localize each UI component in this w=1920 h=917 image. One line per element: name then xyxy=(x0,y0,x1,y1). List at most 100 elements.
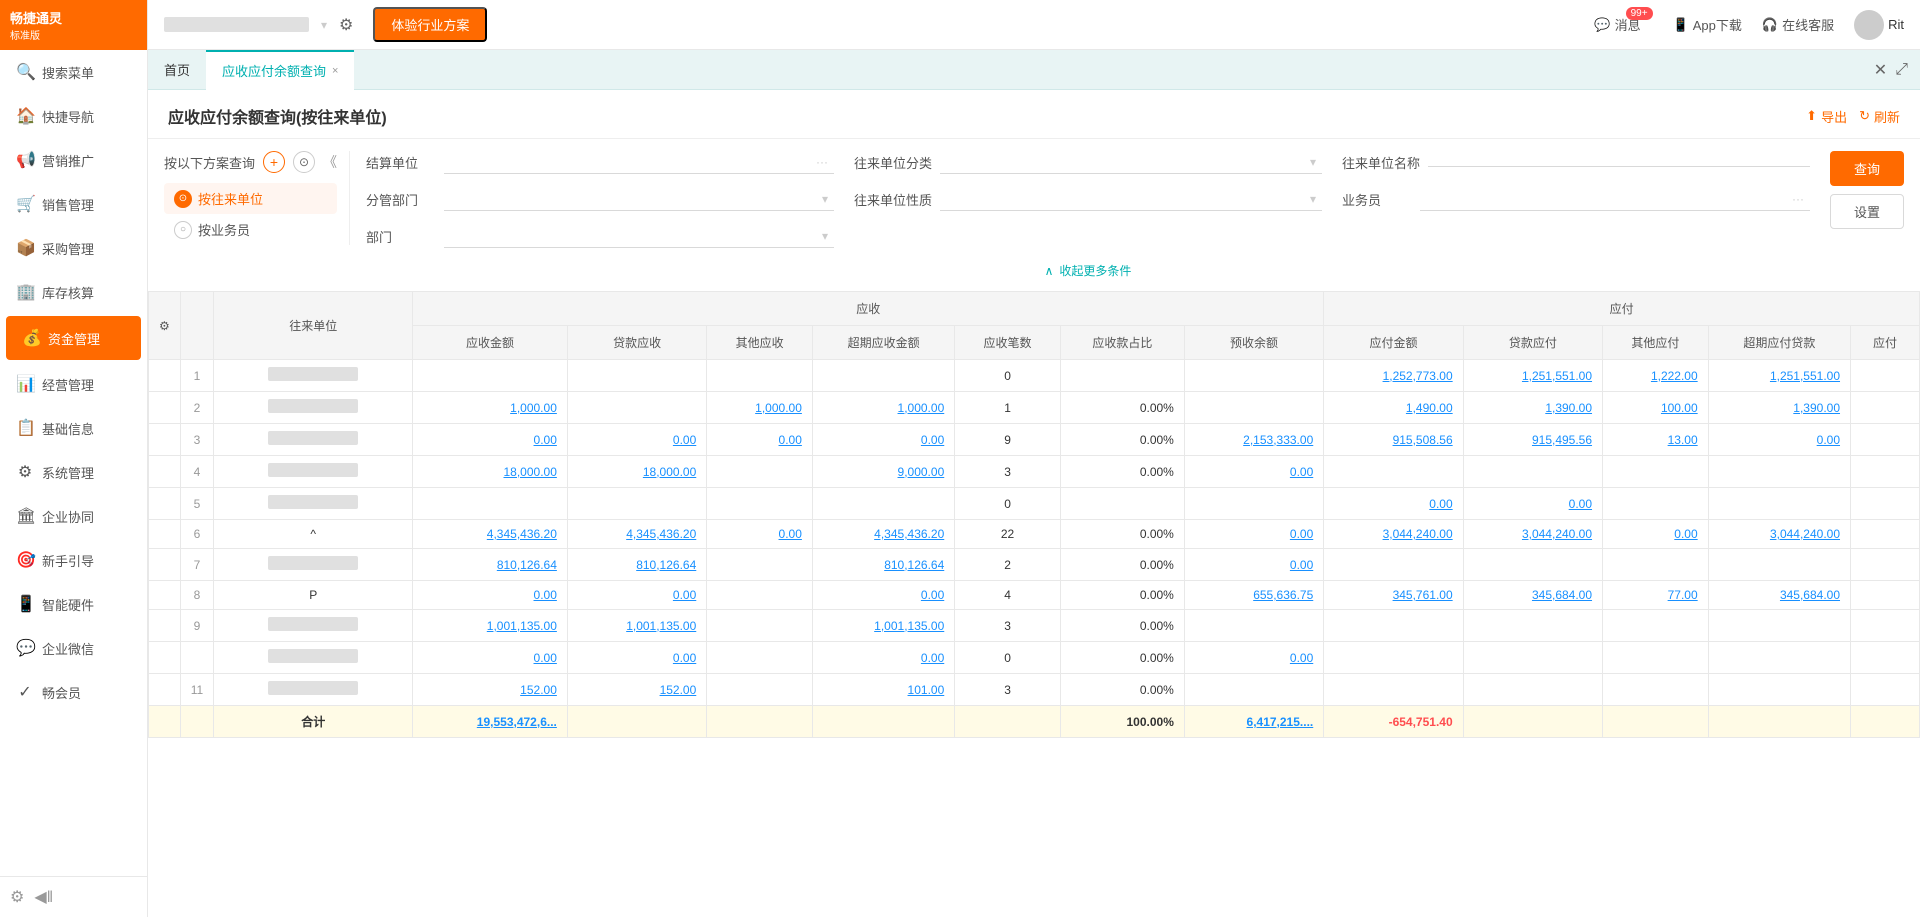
sidebar-collapse-icon[interactable]: ◀‖ xyxy=(34,887,53,907)
table-cell[interactable]: 3,044,240.00 xyxy=(1463,520,1602,549)
table-cell[interactable]: 0.00 xyxy=(413,642,568,674)
table-cell[interactable]: 0.00 xyxy=(567,581,706,610)
app-download-button[interactable]: 📱 App下载 xyxy=(1673,15,1742,34)
table-cell[interactable]: 1,390.00 xyxy=(1708,392,1850,424)
table-cell[interactable]: 152.00 xyxy=(567,674,706,706)
table-cell[interactable]: 0.00 xyxy=(707,424,813,456)
table-cell[interactable]: 1,000.00 xyxy=(707,392,813,424)
filter-setting-button[interactable]: ⊙ xyxy=(293,151,315,173)
table-cell[interactable]: 1,001,135.00 xyxy=(812,610,954,642)
filter-unit-name-input[interactable] xyxy=(1428,158,1810,167)
table-cell[interactable]: 2,153,333.00 xyxy=(1184,424,1323,456)
filter-add-button[interactable]: + xyxy=(263,151,285,173)
table-cell[interactable]: 18,000.00 xyxy=(413,456,568,488)
table-settings-col[interactable]: ⚙ xyxy=(149,292,181,360)
table-cell[interactable]: 0.00 xyxy=(1184,549,1323,581)
table-cell[interactable]: 915,508.56 xyxy=(1324,424,1463,456)
table-cell[interactable]: 0.00 xyxy=(1708,424,1850,456)
setting-button[interactable]: 设置 xyxy=(1830,194,1904,229)
sidebar-item-member[interactable]: ✓ 畅会员 xyxy=(0,670,147,714)
filter-collapse-button[interactable]: 《 xyxy=(323,152,337,172)
table-cell[interactable]: 0.00 xyxy=(567,642,706,674)
table-cell[interactable]: 810,126.64 xyxy=(413,549,568,581)
table-cell[interactable]: 4,345,436.20 xyxy=(413,520,568,549)
table-cell[interactable]: 345,684.00 xyxy=(1708,581,1850,610)
sidebar-item-enterprise[interactable]: 🏛 企业协同 xyxy=(0,494,147,538)
table-cell[interactable]: 915,495.56 xyxy=(1463,424,1602,456)
sidebar-item-sales[interactable]: 🛒 销售管理 xyxy=(0,182,147,226)
filter-salesperson-input[interactable]: ··· xyxy=(1420,188,1810,211)
table-cell[interactable]: 0.00 xyxy=(1603,520,1709,549)
table-cell[interactable]: 1,000.00 xyxy=(413,392,568,424)
collapse-more-bar[interactable]: ∧ 收起更多条件 xyxy=(366,256,1810,283)
table-cell[interactable]: 0.00 xyxy=(1184,642,1323,674)
tab-close-icon[interactable]: × xyxy=(332,65,338,77)
table-cell[interactable]: 4,345,436.20 xyxy=(812,520,954,549)
table-cell[interactable]: 0.00 xyxy=(812,642,954,674)
table-cell[interactable]: 810,126.64 xyxy=(567,549,706,581)
table-cell[interactable]: 0.00 xyxy=(1184,520,1323,549)
sidebar-item-wechat[interactable]: 💬 企业微信 xyxy=(0,626,147,670)
query-button[interactable]: 查询 xyxy=(1830,151,1904,186)
filter-unit-nature-input[interactable]: ▾ xyxy=(940,188,1322,211)
table-cell[interactable]: 4,345,436.20 xyxy=(567,520,706,549)
table-cell[interactable]: 13.00 xyxy=(1603,424,1709,456)
sidebar-item-guide[interactable]: 🎯 新手引导 xyxy=(0,538,147,582)
table-cell[interactable]: 3,044,240.00 xyxy=(1324,520,1463,549)
table-cell[interactable]: 1,251,551.00 xyxy=(1708,360,1850,392)
promo-button[interactable]: 体验行业方案 xyxy=(373,7,487,42)
scheme-item-staff[interactable]: ○ 按业务员 xyxy=(164,214,337,245)
sidebar-item-purchase[interactable]: 📦 采购管理 xyxy=(0,226,147,270)
table-cell[interactable]: 655,636.75 xyxy=(1184,581,1323,610)
sidebar-item-finance[interactable]: 💰 资金管理 xyxy=(6,316,141,360)
table-cell[interactable]: 0.00 xyxy=(413,424,568,456)
table-cell[interactable]: 345,684.00 xyxy=(1463,581,1602,610)
filter-dept-mgr-input[interactable]: ▾ xyxy=(444,188,834,211)
sidebar-item-basic[interactable]: 📋 基础信息 xyxy=(0,406,147,450)
table-cell[interactable]: 1,001,135.00 xyxy=(567,610,706,642)
table-cell[interactable]: 0.00 xyxy=(1463,488,1602,520)
export-button[interactable]: ⬆ 导出 xyxy=(1806,107,1847,126)
filter-dept-input[interactable]: ▾ xyxy=(444,225,834,248)
close-window-icon[interactable]: ✕ xyxy=(1874,60,1887,80)
table-cell[interactable]: 1,001,135.00 xyxy=(413,610,568,642)
sidebar-settings-icon[interactable]: ⚙ xyxy=(10,887,24,907)
table-cell[interactable]: 1,490.00 xyxy=(1324,392,1463,424)
sidebar-item-system[interactable]: ⚙ 系统管理 xyxy=(0,450,147,494)
table-cell[interactable]: 77.00 xyxy=(1603,581,1709,610)
table-cell[interactable]: 0.00 xyxy=(707,520,813,549)
sidebar-item-search[interactable]: 🔍 搜索菜单 xyxy=(0,50,147,94)
online-service-button[interactable]: 🎧 在线客服 xyxy=(1762,15,1834,34)
table-wrapper[interactable]: ⚙ 往来单位 应收 应付 应收金额 xyxy=(148,291,1920,917)
table-cell[interactable]: 1,000.00 xyxy=(812,392,954,424)
table-cell[interactable]: 100.00 xyxy=(1603,392,1709,424)
table-cell[interactable]: 1,390.00 xyxy=(1463,392,1602,424)
table-cell[interactable]: 0.00 xyxy=(567,424,706,456)
table-cell[interactable]: 1,252,773.00 xyxy=(1324,360,1463,392)
table-cell[interactable]: 101.00 xyxy=(812,674,954,706)
table-cell[interactable]: 345,761.00 xyxy=(1324,581,1463,610)
table-cell[interactable]: 0.00 xyxy=(812,581,954,610)
tab-home[interactable]: 首页 xyxy=(148,50,206,90)
expand-window-icon[interactable]: ⤢ xyxy=(1895,61,1908,79)
table-cell[interactable]: 18,000.00 xyxy=(567,456,706,488)
sidebar-item-marketing[interactable]: 📢 营销推广 xyxy=(0,138,147,182)
sidebar-item-operations[interactable]: 📊 经营管理 xyxy=(0,362,147,406)
table-cell[interactable]: 152.00 xyxy=(413,674,568,706)
scheme-item-unit[interactable]: ⊙ 按往来单位 xyxy=(164,183,337,214)
avatar[interactable]: Rit xyxy=(1854,10,1904,40)
table-cell[interactable]: 0.00 xyxy=(1324,488,1463,520)
table-cell[interactable]: 1,222.00 xyxy=(1603,360,1709,392)
table-cell[interactable]: 9,000.00 xyxy=(812,456,954,488)
gear-icon[interactable]: ⚙ xyxy=(339,15,353,35)
sidebar-item-inventory[interactable]: 🏢 库存核算 xyxy=(0,270,147,314)
table-cell[interactable]: 1,251,551.00 xyxy=(1463,360,1602,392)
table-cell[interactable]: 0.00 xyxy=(413,581,568,610)
filter-unit-category-input[interactable]: ▾ xyxy=(940,151,1322,174)
table-cell[interactable]: 0.00 xyxy=(1184,456,1323,488)
table-cell[interactable]: 0.00 xyxy=(812,424,954,456)
message-button[interactable]: 💬 消息 99+ xyxy=(1594,15,1640,34)
table-cell[interactable]: 3,044,240.00 xyxy=(1708,520,1850,549)
table-settings-icon[interactable]: ⚙ xyxy=(159,319,170,333)
table-cell[interactable]: 810,126.64 xyxy=(812,549,954,581)
